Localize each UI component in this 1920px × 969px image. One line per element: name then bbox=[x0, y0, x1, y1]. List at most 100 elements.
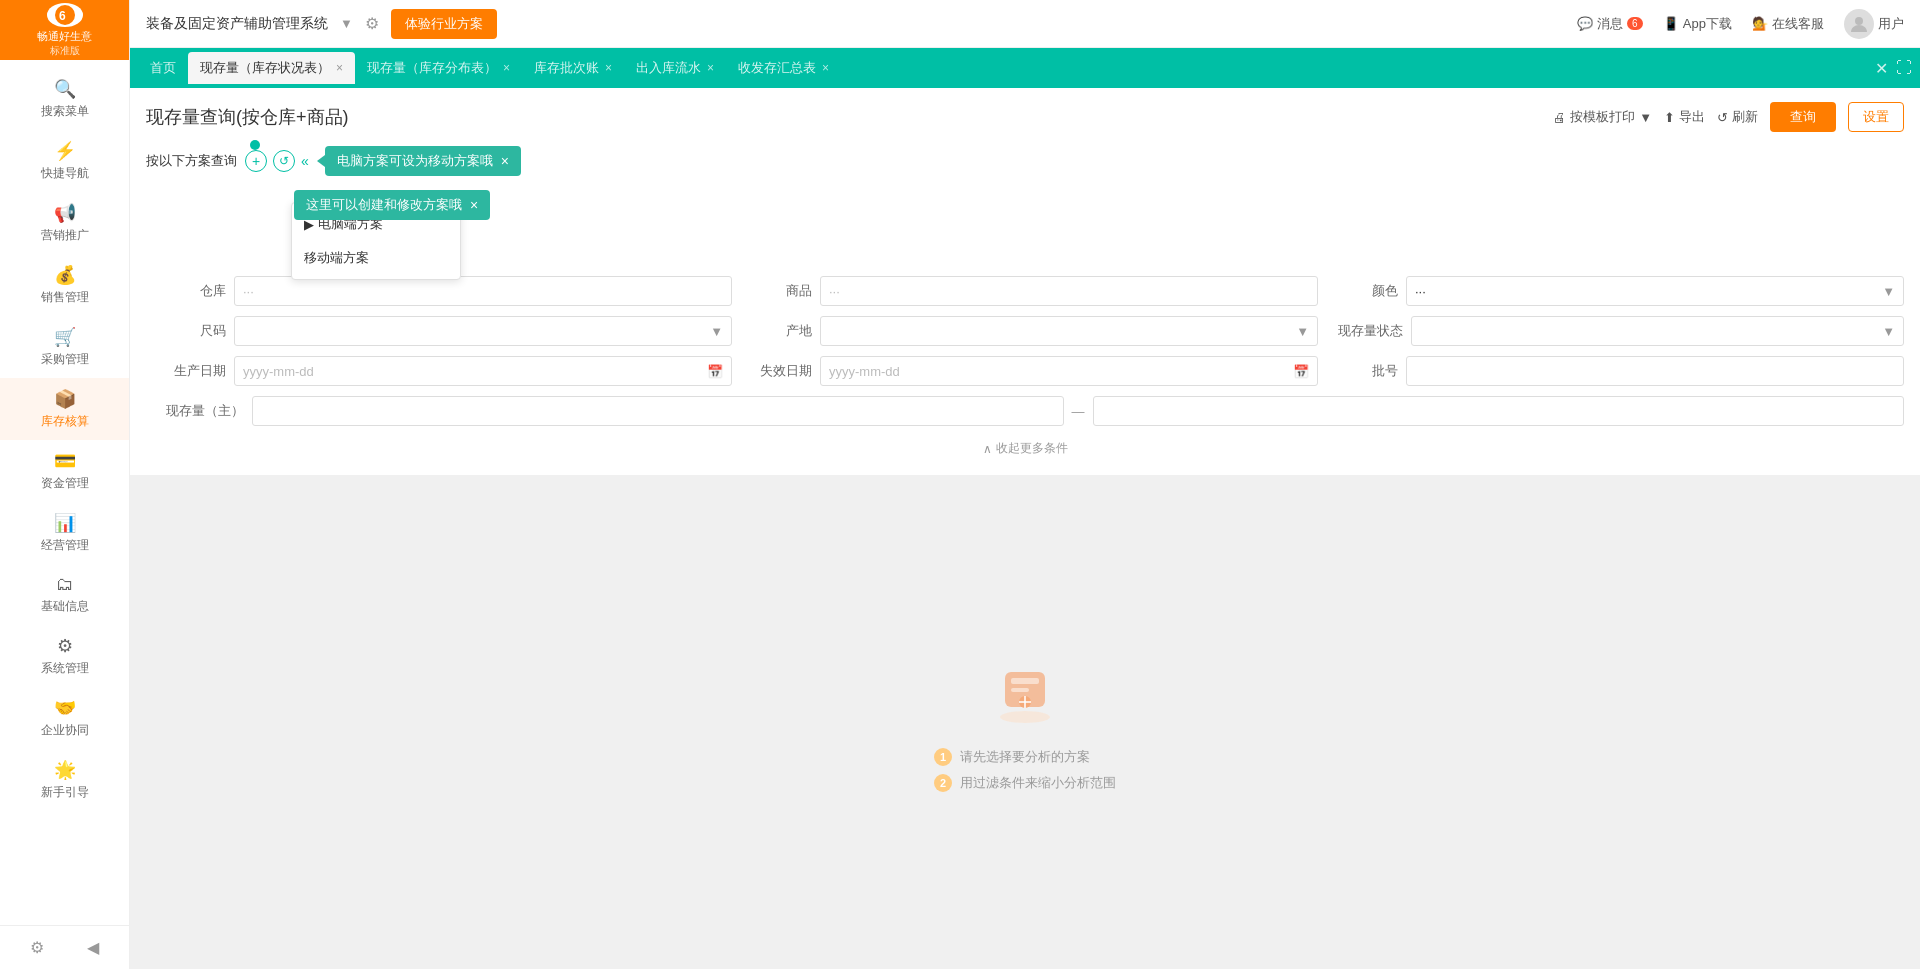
header-left: 装备及固定资产辅助管理系统 ▼ ⚙ 体验行业方案 bbox=[146, 9, 497, 39]
sidebar: 6 畅通好生意 标准版 🔍 搜索菜单 ⚡ 快捷导航 📢 营销推广 💰 销售管理 … bbox=[0, 0, 130, 969]
tab-inventory-dist-close[interactable]: × bbox=[503, 61, 510, 75]
tab-collect-summary[interactable]: 收发存汇总表 × bbox=[726, 52, 841, 84]
tab-expand-btn[interactable]: ⛶ bbox=[1896, 59, 1912, 77]
system-dropdown-icon[interactable]: ▼ bbox=[340, 16, 353, 31]
marketing-icon: 📢 bbox=[54, 202, 76, 224]
tab-bar-right: ✕ ⛶ bbox=[1875, 59, 1912, 78]
stock-main-from[interactable] bbox=[252, 396, 1064, 426]
tab-inventory-status[interactable]: 现存量（库存状况表） × bbox=[188, 52, 355, 84]
color-select[interactable]: ··· ▼ bbox=[1406, 276, 1904, 306]
scheme-tooltip-close[interactable]: × bbox=[501, 153, 509, 169]
sidebar-item-inventory[interactable]: 📦 库存核算 bbox=[0, 378, 129, 440]
batch-input[interactable] bbox=[1406, 356, 1904, 386]
top-header: 装备及固定资产辅助管理系统 ▼ ⚙ 体验行业方案 💬 消息 6 📱 App下载 … bbox=[130, 0, 1920, 48]
sidebar-item-purchase[interactable]: 🛒 采购管理 bbox=[0, 316, 129, 378]
filter-arrow-btn[interactable]: « bbox=[301, 153, 309, 169]
expire-date-cal-icon: 📅 bbox=[1293, 364, 1309, 379]
tab-in-out[interactable]: 出入库流水 × bbox=[624, 52, 726, 84]
origin-select[interactable]: ▼ bbox=[820, 316, 1318, 346]
sidebar-item-label: 采购管理 bbox=[41, 351, 89, 368]
app-download-action[interactable]: 📱 App下载 bbox=[1663, 15, 1732, 33]
collapse-btn[interactable]: ∧ 收起更多条件 bbox=[983, 440, 1068, 457]
refresh-btn[interactable]: ↺ 刷新 bbox=[1717, 108, 1758, 126]
expire-date-label: 失效日期 bbox=[752, 362, 812, 380]
filter-row-header: 按以下方案查询 + ↺ « 电脑方案可设为移动方案哦 × bbox=[146, 146, 1904, 176]
export-btn[interactable]: ⬆ 导出 bbox=[1664, 108, 1705, 126]
export-label: 导出 bbox=[1679, 108, 1705, 126]
size-label: 尺码 bbox=[166, 322, 226, 340]
svg-point-2 bbox=[1855, 17, 1863, 25]
purchase-icon: 🛒 bbox=[54, 326, 76, 348]
sidebar-item-guide[interactable]: 🌟 新手引导 bbox=[0, 749, 129, 811]
tab-in-out-close[interactable]: × bbox=[707, 61, 714, 75]
empty-tip-1: 1 请先选择要分析的方案 bbox=[934, 748, 1116, 766]
tip-num-2: 2 bbox=[934, 774, 952, 792]
tab-batch-ledger-close[interactable]: × bbox=[605, 61, 612, 75]
header-settings-btn[interactable]: ⚙ bbox=[365, 14, 379, 33]
collapse-sidebar-btn[interactable]: ◀ bbox=[87, 938, 99, 957]
collapse-row[interactable]: ∧ 收起更多条件 bbox=[146, 432, 1904, 461]
sidebar-item-label: 销售管理 bbox=[41, 289, 89, 306]
tab-inventory-status-close[interactable]: × bbox=[336, 61, 343, 75]
trial-btn[interactable]: 体验行业方案 bbox=[391, 9, 497, 39]
sidebar-item-finance[interactable]: 💳 资金管理 bbox=[0, 440, 129, 502]
user-action[interactable]: 用户 bbox=[1844, 9, 1904, 39]
stock-main-to[interactable] bbox=[1093, 396, 1905, 426]
filter-fields: 仓库 ··· 商品 ··· 颜色 bbox=[146, 276, 1904, 426]
batch-field: 批号 bbox=[1338, 356, 1904, 386]
settings-bottom-btn[interactable]: ⚙ bbox=[30, 938, 44, 957]
empty-tip-2-text: 用过滤条件来缩小分析范围 bbox=[960, 774, 1116, 792]
collapse-up-icon: ∧ bbox=[983, 442, 992, 456]
filter-row-1: 仓库 ··· 商品 ··· 颜色 bbox=[166, 276, 1904, 306]
prod-date-input[interactable]: yyyy-mm-dd 📅 bbox=[234, 356, 732, 386]
empty-tip-2: 2 用过滤条件来缩小分析范围 bbox=[934, 774, 1116, 792]
message-action[interactable]: 💬 消息 6 bbox=[1577, 15, 1643, 33]
query-button[interactable]: 查询 bbox=[1770, 102, 1836, 132]
guide-icon: 🌟 bbox=[54, 759, 76, 781]
sidebar-item-label: 基础信息 bbox=[41, 598, 89, 615]
size-select[interactable]: ▼ bbox=[234, 316, 732, 346]
sidebar-menu: 🔍 搜索菜单 ⚡ 快捷导航 📢 营销推广 💰 销售管理 🛒 采购管理 📦 库存核… bbox=[0, 60, 129, 925]
quick-nav-icon: ⚡ bbox=[54, 140, 76, 162]
prod-date-field: 生产日期 yyyy-mm-dd 📅 bbox=[166, 356, 732, 386]
refresh-icon: ↺ bbox=[1717, 110, 1728, 125]
sidebar-item-system[interactable]: ⚙ 系统管理 bbox=[0, 625, 129, 687]
print-btn[interactable]: 🖨 按模板打印 ▼ bbox=[1553, 108, 1652, 126]
filter-add-btn[interactable]: + bbox=[245, 150, 267, 172]
scheme-item-mobile[interactable]: 移动端方案 bbox=[292, 241, 460, 275]
print-dropdown-icon: ▼ bbox=[1639, 110, 1652, 125]
basics-icon: 🗂 bbox=[56, 574, 74, 595]
filter-refresh-btn[interactable]: ↺ bbox=[273, 150, 295, 172]
stock-status-select[interactable]: ▼ bbox=[1411, 316, 1904, 346]
tab-batch-ledger-label: 库存批次账 bbox=[534, 59, 599, 77]
scheme-tooltip2-text: 这里可以创建和修改方案哦 bbox=[306, 196, 462, 214]
sidebar-item-search[interactable]: 🔍 搜索菜单 bbox=[0, 68, 129, 130]
setup-button[interactable]: 设置 bbox=[1848, 102, 1904, 132]
filter-label: 按以下方案查询 bbox=[146, 152, 237, 170]
sidebar-item-operations[interactable]: 📊 经营管理 bbox=[0, 502, 129, 564]
sidebar-item-sales[interactable]: 💰 销售管理 bbox=[0, 254, 129, 316]
sidebar-item-marketing[interactable]: 📢 营销推广 bbox=[0, 192, 129, 254]
sidebar-item-label: 营销推广 bbox=[41, 227, 89, 244]
tab-close-all-btn[interactable]: ✕ bbox=[1875, 59, 1888, 78]
filter-area: 按以下方案查询 + ↺ « 电脑方案可设为移动方案哦 × bbox=[146, 146, 1904, 461]
sidebar-item-quick-nav[interactable]: ⚡ 快捷导航 bbox=[0, 130, 129, 192]
user-name: 用户 bbox=[1878, 15, 1904, 33]
tab-inventory-dist[interactable]: 现存量（库存分布表） × bbox=[355, 52, 522, 84]
range-dash: — bbox=[1072, 404, 1085, 419]
warehouse-dots: ··· bbox=[243, 284, 254, 299]
page-actions: 🖨 按模板打印 ▼ ⬆ 导出 ↺ 刷新 查询 设置 bbox=[1553, 102, 1904, 132]
empty-illustration bbox=[985, 652, 1065, 732]
warehouse-input[interactable]: ··· bbox=[234, 276, 732, 306]
tab-home[interactable]: 首页 bbox=[138, 52, 188, 84]
sidebar-item-basics[interactable]: 🗂 基础信息 bbox=[0, 564, 129, 625]
sidebar-item-enterprise[interactable]: 🤝 企业协同 bbox=[0, 687, 129, 749]
online-service-action[interactable]: 💁 在线客服 bbox=[1752, 15, 1824, 33]
goods-input[interactable]: ··· bbox=[820, 276, 1318, 306]
tab-batch-ledger[interactable]: 库存批次账 × bbox=[522, 52, 624, 84]
tab-collect-summary-close[interactable]: × bbox=[822, 61, 829, 75]
warehouse-field: 仓库 ··· bbox=[166, 276, 732, 306]
scheme-tooltip2-close[interactable]: × bbox=[470, 197, 478, 213]
expire-date-input[interactable]: yyyy-mm-dd 📅 bbox=[820, 356, 1318, 386]
sidebar-item-label: 快捷导航 bbox=[41, 165, 89, 182]
